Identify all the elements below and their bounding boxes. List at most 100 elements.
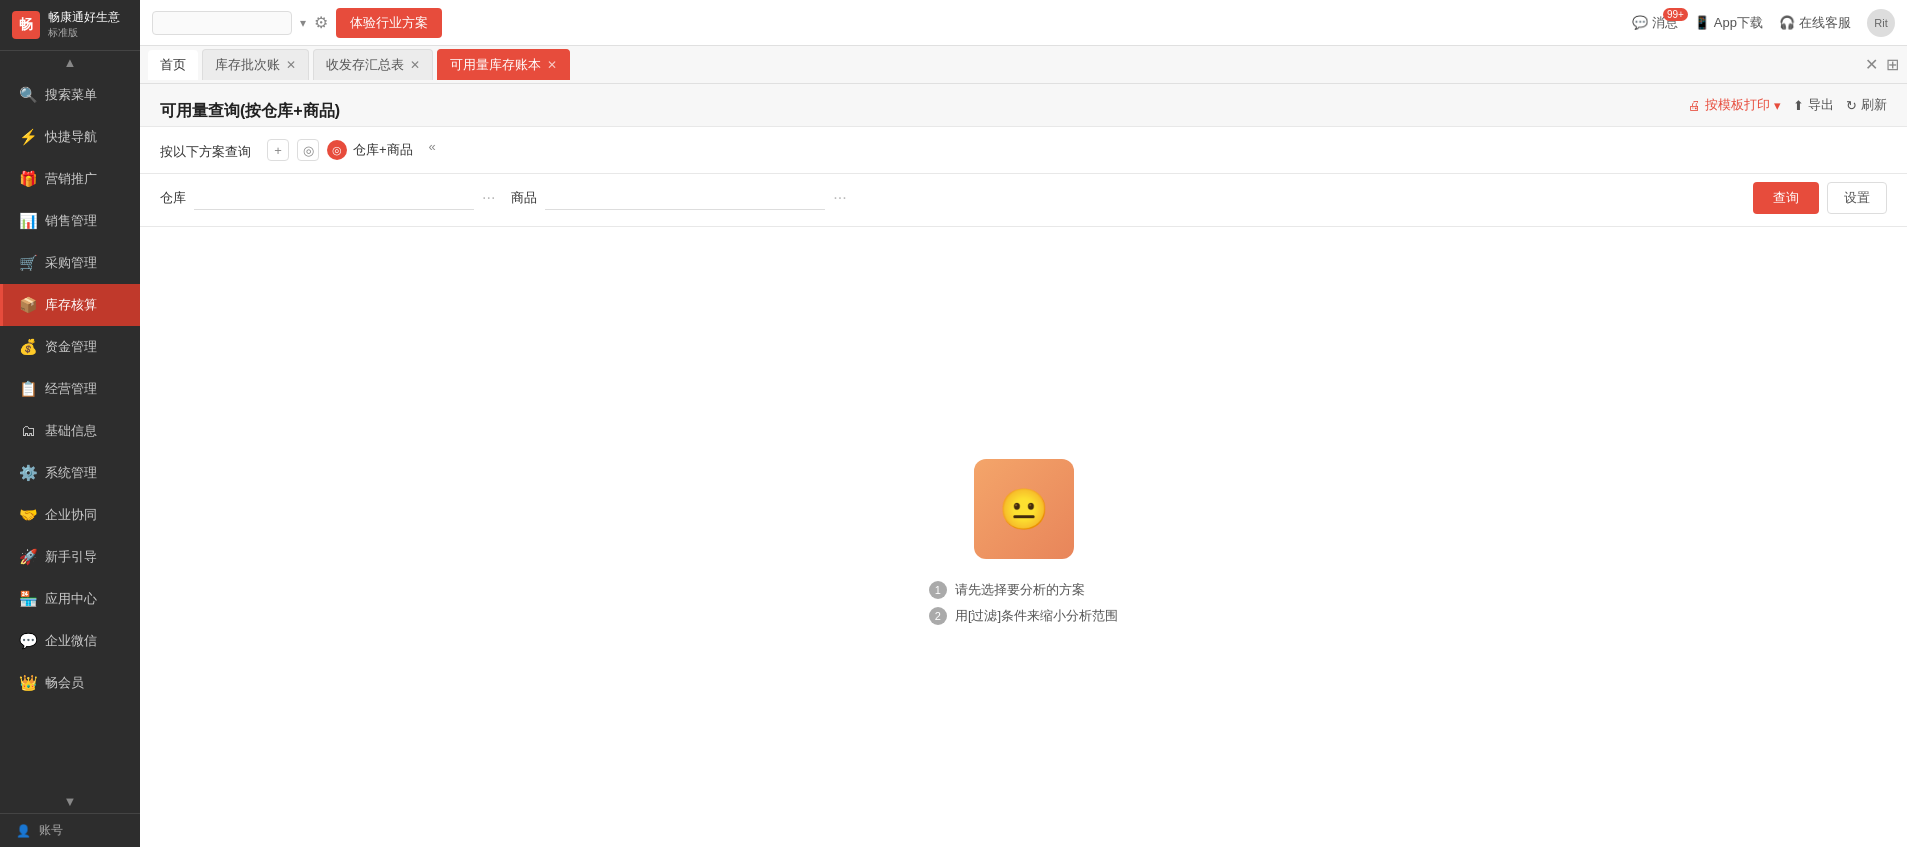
- export-button[interactable]: ⬆ 导出: [1793, 96, 1834, 114]
- logo-text-block: 畅康通好生意 标准版: [48, 10, 120, 40]
- empty-robot-icon: [974, 459, 1074, 559]
- sidebar-scroll-up[interactable]: ▲: [0, 51, 140, 74]
- sidebar-item-search[interactable]: 🔍 搜索菜单: [0, 74, 140, 116]
- scheme-icon: ◎: [327, 140, 347, 160]
- main-area: ▾ ⚙ 体验行业方案 💬 消息 99+ 📱 App下载 🎧 在线客服 Rit: [140, 0, 1907, 847]
- enterprise-icon: 🤝: [19, 506, 37, 524]
- logo-title: 畅康通好生意: [48, 10, 120, 26]
- tab-available[interactable]: 可用量库存账本 ✕: [437, 49, 570, 80]
- empty-state: 1 请先选择要分析的方案 2 用[过滤]条件来缩小分析范围: [140, 227, 1907, 847]
- sidebar-item-operations[interactable]: 📋 经营管理: [0, 368, 140, 410]
- warehouse-field: 仓库 ···: [160, 186, 495, 210]
- sidebar-item-label: 新手引导: [45, 548, 97, 566]
- marketing-icon: 🎁: [19, 170, 37, 188]
- filter-schemes: + ◎ ◎ 仓库+商品: [267, 139, 413, 161]
- product-dots-button[interactable]: ···: [833, 189, 846, 207]
- tip-num-1: 1: [929, 581, 947, 599]
- logo-icon: 畅: [12, 11, 40, 39]
- sidebar-item-label: 资金管理: [45, 338, 97, 356]
- tab-batch-close[interactable]: ✕: [286, 58, 296, 72]
- user-avatar[interactable]: Rit: [1867, 9, 1895, 37]
- member-icon: 👑: [19, 674, 37, 692]
- sidebar-item-sales[interactable]: 📊 销售管理: [0, 200, 140, 242]
- sidebar-item-system[interactable]: ⚙️ 系统管理: [0, 452, 140, 494]
- empty-illustration: [964, 449, 1084, 569]
- sidebar-item-inventory[interactable]: 📦 库存核算: [0, 284, 140, 326]
- maximize-tab-button[interactable]: ⊞: [1886, 55, 1899, 74]
- product-field: 商品 ···: [511, 186, 846, 210]
- empty-tips: 1 请先选择要分析的方案 2 用[过滤]条件来缩小分析范围: [929, 581, 1118, 625]
- sidebar-item-finance[interactable]: 💰 资金管理: [0, 326, 140, 368]
- product-input[interactable]: [545, 186, 825, 210]
- topbar-gear-button[interactable]: ⚙: [314, 13, 328, 32]
- topbar-dropdown-button[interactable]: ▾: [300, 16, 306, 30]
- sidebar-item-label: 营销推广: [45, 170, 97, 188]
- filter-fields: 仓库 ··· 商品 ··· 查询 设置: [140, 174, 1907, 227]
- message-icon: 💬: [1632, 15, 1648, 30]
- sidebar-item-label: 采购管理: [45, 254, 97, 272]
- query-button[interactable]: 查询: [1753, 182, 1819, 214]
- tab-summary-close[interactable]: ✕: [410, 58, 420, 72]
- sidebar-item-label: 畅会员: [45, 674, 84, 692]
- sidebar-item-shortcut[interactable]: ⚡ 快捷导航: [0, 116, 140, 158]
- window-controls: ✕ ⊞: [1865, 55, 1899, 74]
- sidebar-item-enterprise[interactable]: 🤝 企业协同: [0, 494, 140, 536]
- scheme-label: 仓库+商品: [353, 141, 413, 159]
- tab-batch[interactable]: 库存批次账 ✕: [202, 49, 309, 80]
- sidebar-item-label: 基础信息: [45, 422, 97, 440]
- add-scheme-button[interactable]: +: [267, 139, 289, 161]
- close-tab-button[interactable]: ✕: [1865, 55, 1878, 74]
- tab-available-label: 可用量库存账本: [450, 56, 541, 74]
- sidebar-item-newbie[interactable]: 🚀 新手引导: [0, 536, 140, 578]
- app-download-label: App下载: [1714, 14, 1763, 32]
- filter-actions: 查询 设置: [1753, 182, 1887, 214]
- trial-industry-button[interactable]: 体验行业方案: [336, 8, 442, 38]
- scheme-settings-button[interactable]: ◎: [297, 139, 319, 161]
- refresh-button[interactable]: ↻ 刷新: [1846, 96, 1887, 114]
- message-button[interactable]: 💬 消息 99+: [1632, 14, 1678, 32]
- app-download-button[interactable]: 📱 App下载: [1694, 14, 1763, 32]
- tip-text-1: 请先选择要分析的方案: [955, 581, 1085, 599]
- tab-home[interactable]: 首页: [148, 50, 198, 80]
- sales-icon: 📊: [19, 212, 37, 230]
- topbar: ▾ ⚙ 体验行业方案 💬 消息 99+ 📱 App下载 🎧 在线客服 Rit: [140, 0, 1907, 46]
- tab-summary[interactable]: 收发存汇总表 ✕: [313, 49, 433, 80]
- appstore-icon: 🏪: [19, 590, 37, 608]
- sidebar-item-label: 销售管理: [45, 212, 97, 230]
- sidebar-item-appstore[interactable]: 🏪 应用中心: [0, 578, 140, 620]
- topbar-search-input[interactable]: [152, 11, 292, 35]
- sidebar-item-label: 搜索菜单: [45, 86, 97, 104]
- sidebar-item-marketing[interactable]: 🎁 营销推广: [0, 158, 140, 200]
- settings-button[interactable]: 设置: [1827, 182, 1887, 214]
- tab-available-close[interactable]: ✕: [547, 58, 557, 72]
- export-icon: ⬆: [1793, 98, 1804, 113]
- sidebar-item-purchase[interactable]: 🛒 采购管理: [0, 242, 140, 284]
- filter-area: 按以下方案查询 + ◎ ◎ 仓库+商品 «: [140, 127, 1907, 174]
- sidebar-bottom-icon: 👤: [16, 824, 31, 838]
- scheme-item-warehouse-product[interactable]: ◎ 仓库+商品: [327, 140, 413, 160]
- sidebar-scroll-down[interactable]: ▼: [0, 790, 140, 813]
- purchase-icon: 🛒: [19, 254, 37, 272]
- sidebar-nav: 🔍 搜索菜单 ⚡ 快捷导航 🎁 营销推广 📊 销售管理 🛒 采购管理 📦 库存核…: [0, 74, 140, 790]
- sidebar-item-member[interactable]: 👑 畅会员: [0, 662, 140, 704]
- sidebar-item-wechat[interactable]: 💬 企业微信: [0, 620, 140, 662]
- sidebar-bottom[interactable]: 👤 账号: [0, 813, 140, 847]
- filter-row: 按以下方案查询 + ◎ ◎ 仓库+商品 «: [160, 139, 1887, 161]
- empty-tip-2: 2 用[过滤]条件来缩小分析范围: [929, 607, 1118, 625]
- online-service-button[interactable]: 🎧 在线客服: [1779, 14, 1851, 32]
- filter-label: 按以下方案查询: [160, 143, 251, 161]
- warehouse-dots-button[interactable]: ···: [482, 189, 495, 207]
- newbie-icon: 🚀: [19, 548, 37, 566]
- tab-batch-label: 库存批次账: [215, 56, 280, 74]
- online-service-label: 在线客服: [1799, 14, 1851, 32]
- search-icon: 🔍: [19, 86, 37, 104]
- wechat-icon: 💬: [19, 632, 37, 650]
- content-area: 可用量查询(按仓库+商品) 🖨 按模板打印 ▾ ⬆ 导出 ↻ 刷新: [140, 84, 1907, 847]
- page-header: 可用量查询(按仓库+商品) 🖨 按模板打印 ▾ ⬆ 导出 ↻ 刷新: [140, 84, 1907, 127]
- warehouse-label: 仓库: [160, 189, 186, 207]
- template-print-button[interactable]: 🖨 按模板打印 ▾: [1688, 96, 1781, 114]
- sidebar-item-basics[interactable]: 🗂 基础信息: [0, 410, 140, 452]
- app-icon: 📱: [1694, 15, 1710, 30]
- warehouse-input[interactable]: [194, 186, 474, 210]
- collapse-button[interactable]: «: [429, 139, 436, 154]
